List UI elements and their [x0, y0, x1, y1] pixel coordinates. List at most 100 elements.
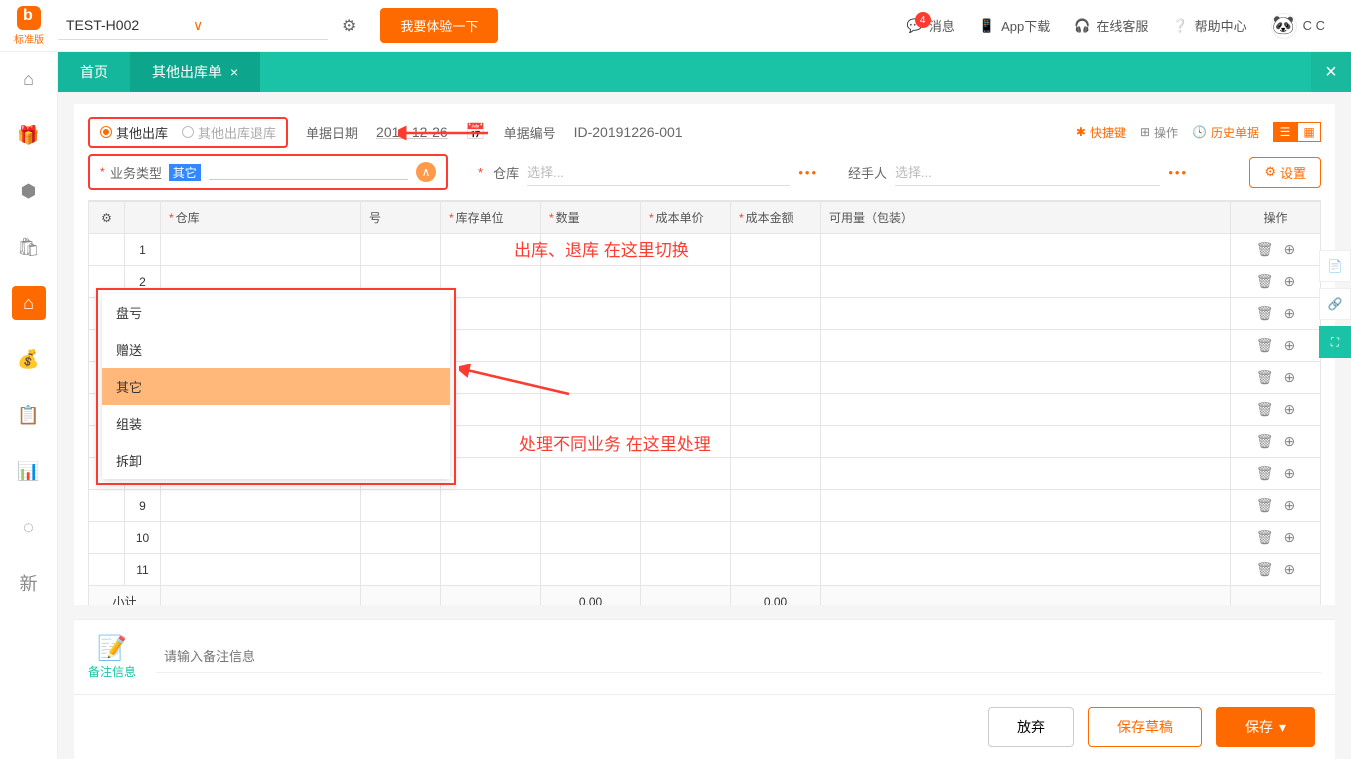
history-icon: 🕓 — [1192, 125, 1207, 139]
settings-gear-icon[interactable]: ⚙ — [342, 16, 356, 36]
delete-row-icon[interactable]: 🗑 — [1256, 273, 1274, 290]
add-row-icon[interactable]: ⊕ — [1284, 433, 1296, 450]
app-download-label: App下载 — [1001, 16, 1050, 35]
delete-row-icon[interactable]: 🗑 — [1256, 305, 1274, 322]
view-list-icon[interactable]: ☰ — [1273, 122, 1297, 142]
delete-row-icon[interactable]: 🗑 — [1256, 401, 1274, 418]
left-sidebar: ⌂ 🎁 ⬢ 🛍 ⌂ 💰 📋 📊 ◌ 新 — [0, 52, 58, 759]
remark-input[interactable] — [156, 641, 1321, 673]
delete-row-icon[interactable]: 🗑 — [1256, 369, 1274, 386]
radio-dot-icon — [100, 126, 112, 138]
settings-button[interactable]: ⚙ 设置 — [1249, 157, 1321, 188]
nav-messages[interactable]: 💬 4 消息 — [895, 16, 967, 35]
delete-row-icon[interactable]: 🗑 — [1256, 497, 1274, 514]
chevron-down-icon: ∨ — [193, 17, 320, 34]
discard-button[interactable]: 放弃 — [988, 707, 1074, 747]
nav-online-service[interactable]: 🎧 在线客服 — [1062, 16, 1160, 35]
handler-field[interactable]: 经手人 选择... ••• — [848, 158, 1188, 186]
add-row-icon[interactable]: ⊕ — [1284, 369, 1296, 386]
close-all-tabs-icon[interactable]: × — [1311, 52, 1351, 92]
dock-link-icon[interactable]: 🔗 — [1319, 288, 1351, 320]
handler-placeholder: 选择... — [895, 158, 1160, 186]
sidebar-bag-icon[interactable]: 🛍 — [12, 230, 46, 264]
col-config[interactable]: ⚙ — [89, 202, 125, 234]
grid-icon: ⊞ — [1140, 125, 1150, 139]
add-row-icon[interactable]: ⊕ — [1284, 401, 1296, 418]
tab-close-icon[interactable]: × — [230, 64, 238, 80]
experience-button[interactable]: 我要体验一下 — [380, 8, 498, 43]
radio-other-out[interactable]: 其他出库 — [100, 123, 168, 142]
sidebar-clipboard-icon[interactable]: 📋 — [12, 398, 46, 432]
add-row-icon[interactable]: ⊕ — [1284, 561, 1296, 578]
add-row-icon[interactable]: ⊕ — [1284, 497, 1296, 514]
dropdown-option[interactable]: 其它 — [102, 368, 450, 405]
delete-row-icon[interactable]: 🗑 — [1256, 337, 1274, 354]
warehouse-field[interactable]: * 仓库 选择... ••• — [478, 158, 818, 186]
tab-other-outbound[interactable]: 其他出库单 × — [130, 52, 260, 92]
add-row-icon[interactable]: ⊕ — [1284, 273, 1296, 290]
table-row[interactable]: 10🗑⊕ — [89, 522, 1321, 554]
save-button[interactable]: 保存▾ — [1216, 707, 1315, 747]
delete-row-icon[interactable]: 🗑 — [1256, 465, 1274, 482]
dropdown-option[interactable]: 拆卸 — [102, 442, 450, 479]
top-actions: ✱快捷键 ⊞操作 🕓历史单据 ☰ ▦ — [1076, 122, 1321, 142]
radio-return-label: 其他出库退库 — [198, 123, 276, 142]
add-row-icon[interactable]: ⊕ — [1284, 241, 1296, 258]
biz-type-input[interactable] — [209, 164, 408, 180]
sidebar-warehouse-icon[interactable]: ⌂ — [12, 286, 46, 320]
more-icon[interactable]: ••• — [798, 165, 818, 180]
warehouse-placeholder: 选择... — [527, 158, 790, 186]
form-row: * 业务类型 其它 ∧ * 仓库 选择... ••• — [88, 150, 1321, 194]
tab-label: 其他出库单 — [152, 62, 222, 82]
delete-row-icon[interactable]: 🗑 — [1256, 433, 1274, 450]
more-icon[interactable]: ••• — [1168, 165, 1188, 180]
save-draft-button[interactable]: 保存草稿 — [1088, 707, 1202, 747]
dock-expand-icon[interactable]: ⛶ — [1319, 326, 1351, 358]
delete-row-icon[interactable]: 🗑 — [1256, 529, 1274, 546]
dropdown-option[interactable]: 组装 — [102, 405, 450, 442]
add-row-icon[interactable]: ⊕ — [1284, 465, 1296, 482]
table-row[interactable]: 11🗑⊕ — [89, 554, 1321, 586]
operate-link[interactable]: ⊞操作 — [1140, 124, 1178, 141]
col-code: 号 — [361, 202, 441, 234]
nav-user[interactable]: 🐼 C C — [1259, 13, 1337, 39]
add-row-icon[interactable]: ⊕ — [1284, 305, 1296, 322]
radio-dot-icon — [182, 126, 194, 138]
biz-type-value[interactable]: 其它 — [169, 164, 201, 181]
handler-label: 经手人 — [848, 163, 887, 182]
add-row-icon[interactable]: ⊕ — [1284, 337, 1296, 354]
view-card-icon[interactable]: ▦ — [1297, 122, 1321, 142]
sidebar-house-icon[interactable]: ⬢ — [12, 174, 46, 208]
sidebar-gift-icon[interactable]: 🎁 — [12, 118, 46, 152]
subtotal-qty: 0.00 — [541, 586, 641, 606]
username: C C — [1303, 18, 1325, 33]
sidebar-new-icon[interactable]: 新 — [12, 566, 46, 600]
biz-type-dropdown: 盘亏赠送其它组装拆卸 — [96, 288, 456, 485]
dropdown-toggle-icon[interactable]: ∧ — [416, 162, 436, 182]
delete-row-icon[interactable]: 🗑 — [1256, 241, 1274, 258]
col-available: 可用量（包装） — [821, 202, 1231, 234]
table-row[interactable]: 1🗑⊕ — [89, 234, 1321, 266]
col-index — [125, 202, 161, 234]
dock-note-icon[interactable]: 📄 — [1319, 250, 1351, 282]
table-row[interactable]: 9🗑⊕ — [89, 490, 1321, 522]
app-logo: 标准版 — [0, 6, 58, 46]
delete-row-icon[interactable]: 🗑 — [1256, 561, 1274, 578]
sidebar-sync-icon[interactable]: ◌ — [12, 510, 46, 544]
help-center-label: 帮助中心 — [1195, 16, 1247, 35]
remark-icon-block: 📝 备注信息 — [88, 634, 136, 680]
nav-help-center[interactable]: ❔ 帮助中心 — [1160, 16, 1258, 35]
sidebar-money-icon[interactable]: 💰 — [12, 342, 46, 376]
add-row-icon[interactable]: ⊕ — [1284, 529, 1296, 546]
tab-home[interactable]: 首页 — [58, 52, 130, 92]
radio-other-return[interactable]: 其他出库退库 — [182, 123, 276, 142]
dropdown-option[interactable]: 盘亏 — [102, 294, 450, 331]
store-selector[interactable]: TEST-H002 ∨ — [58, 12, 328, 40]
dropdown-option[interactable]: 赠送 — [102, 331, 450, 368]
history-link[interactable]: 🕓历史单据 — [1192, 124, 1259, 141]
sidebar-report-icon[interactable]: 📊 — [12, 454, 46, 488]
sidebar-home-icon[interactable]: ⌂ — [12, 62, 46, 96]
shortcut-link[interactable]: ✱快捷键 — [1076, 124, 1126, 141]
nav-app-download[interactable]: 📱 App下载 — [967, 16, 1062, 35]
remark-label: 备注信息 — [88, 665, 136, 679]
